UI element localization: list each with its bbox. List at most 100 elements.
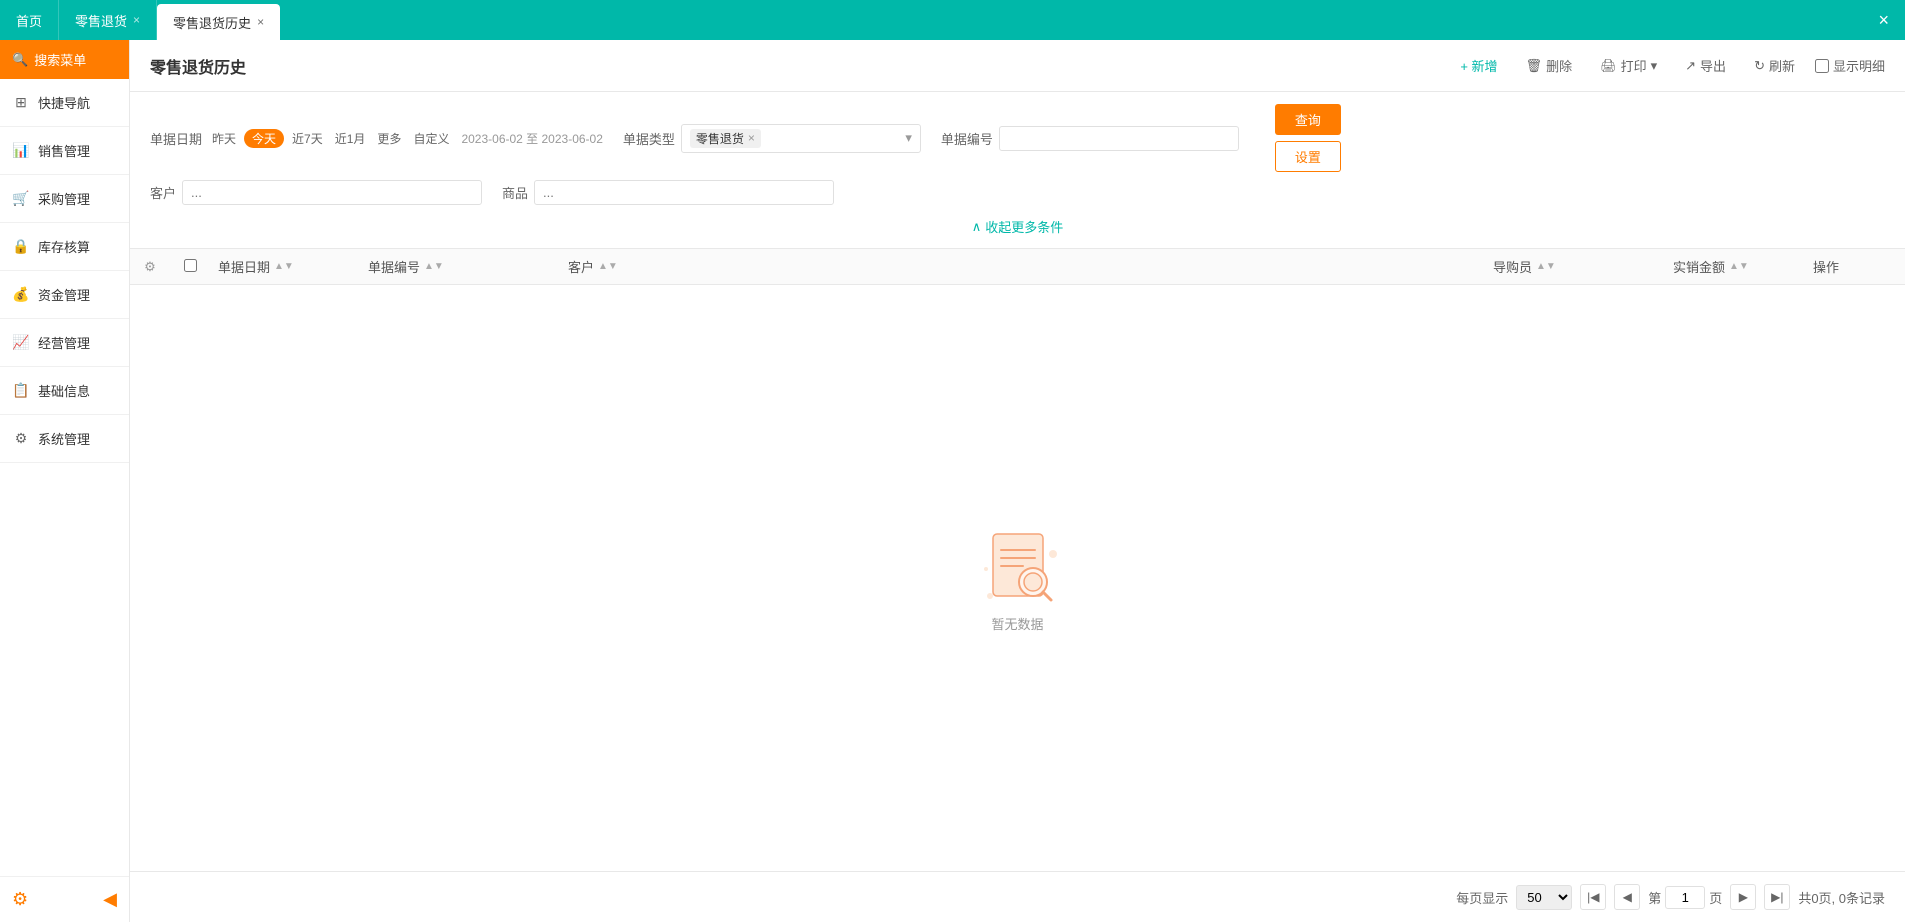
page-first-button[interactable]: |◀ (1580, 884, 1606, 910)
inventory-icon: 🔒 (12, 238, 30, 256)
sidebar-item-quick-nav[interactable]: ⊞ 快捷导航 (0, 79, 129, 127)
sidebar-search[interactable]: 🔍 搜索菜单 (0, 40, 129, 79)
table-area: ⚙ 单据日期 ▲▼ 单据编号 ▲▼ 客户 ▲▼ 导购员 (130, 249, 1905, 871)
table-header: ⚙ 单据日期 ▲▼ 单据编号 ▲▼ 客户 ▲▼ 导购员 (130, 249, 1905, 285)
date-range-display: 2023-06-02 至 2023-06-02 (461, 130, 602, 147)
col-guide-label: 导购员 (1493, 257, 1532, 276)
delete-icon: 🗑 (1526, 58, 1543, 74)
sidebar-item-quick-nav-label: 快捷导航 (38, 93, 90, 112)
col-guide-sort: ▲▼ (1536, 262, 1556, 272)
col-header-date[interactable]: 单据日期 ▲▼ (210, 257, 360, 276)
customer-filter-item: 客户 (150, 180, 482, 205)
col-date-label: 单据日期 (218, 257, 270, 276)
col-header-guide[interactable]: 导购员 ▲▼ (1485, 257, 1665, 276)
finance-icon: 💰 (12, 286, 30, 304)
date-btn-7days[interactable]: 近7天 (288, 129, 327, 148)
empty-text: 暂无数据 (991, 614, 1043, 633)
window-close-button[interactable]: × (1862, 10, 1905, 31)
date-btn-custom[interactable]: 自定义 (409, 129, 453, 148)
tab-retail-return[interactable]: 零售退货 × (59, 0, 157, 40)
type-tag-close[interactable]: × (748, 131, 755, 145)
date-btn-today[interactable]: 今天 (244, 129, 284, 148)
col-customer-label: 客户 (568, 257, 594, 276)
date-btn-more[interactable]: 更多 (373, 129, 405, 148)
sidebar-item-purchase-mgmt[interactable]: 🛒 采购管理 (0, 175, 129, 223)
sidebar: 🔍 搜索菜单 ⊞ 快捷导航 📊 销售管理 🛒 采购管理 🔒 库存核算 💰 资金管… (0, 40, 130, 922)
page-unit: 页 (1709, 888, 1722, 907)
tabs-container: 首页 零售退货 × 零售退货历史 × (0, 0, 1862, 40)
col-header-amount[interactable]: 实销金额 ▲▼ (1665, 257, 1805, 276)
page-next-button[interactable]: ▶ (1730, 884, 1756, 910)
select-all-checkbox[interactable] (184, 259, 197, 272)
order-filter-input[interactable] (999, 126, 1239, 151)
empty-illustration (968, 524, 1068, 614)
sidebar-item-system-label: 系统管理 (38, 429, 90, 448)
sales-icon: 📊 (12, 142, 30, 160)
customer-filter-label: 客户 (150, 183, 176, 202)
date-filter-label: 单据日期 (150, 129, 202, 148)
tab-home[interactable]: 首页 (0, 0, 59, 40)
sidebar-item-inventory[interactable]: 🔒 库存核算 (0, 223, 129, 271)
basic-info-icon: 📋 (12, 382, 30, 400)
col-header-order[interactable]: 单据编号 ▲▼ (360, 257, 560, 276)
sidebar-item-system-mgmt[interactable]: ⚙ 系统管理 (0, 415, 129, 463)
page-last-button[interactable]: ▶| (1764, 884, 1790, 910)
type-filter-select[interactable]: 零售退货 × ▾ (681, 124, 921, 153)
table-select-all[interactable] (170, 259, 210, 275)
page-title: 零售退货历史 (150, 54, 246, 78)
type-filter-label: 单据类型 (623, 129, 675, 148)
tab-retail-return-history-label: 零售退货历史 (173, 13, 251, 32)
print-button[interactable]: 🖨 打印 ▾ (1592, 52, 1665, 79)
table-settings-icon[interactable]: ⚙ (130, 259, 170, 275)
delete-button[interactable]: 🗑 删除 (1518, 52, 1581, 79)
col-amount-sort: ▲▼ (1729, 262, 1749, 272)
sidebar-item-basic-info[interactable]: 📋 基础信息 (0, 367, 129, 415)
date-btn-yesterday[interactable]: 昨天 (208, 129, 240, 148)
sidebar-item-operations[interactable]: 📈 经营管理 (0, 319, 129, 367)
print-icon: 🖨 (1600, 58, 1617, 74)
display-detail-checkbox[interactable] (1815, 59, 1829, 73)
order-filter-label: 单据编号 (941, 129, 993, 148)
setting-button[interactable]: 设置 (1275, 141, 1341, 172)
display-detail-toggle[interactable]: 显示明细 (1815, 56, 1885, 75)
main-layout: 🔍 搜索菜单 ⊞ 快捷导航 📊 销售管理 🛒 采购管理 🔒 库存核算 💰 资金管… (0, 40, 1905, 922)
delete-label: 删除 (1546, 56, 1572, 75)
action-buttons: 查询 设置 (1275, 104, 1341, 172)
filter-row-1: 单据日期 昨天 今天 近7天 近1月 更多 自定义 2023-06-02 至 2… (150, 104, 1885, 172)
refresh-label: 刷新 (1769, 56, 1795, 75)
operations-icon: 📈 (12, 334, 30, 352)
sidebar-item-basic-info-label: 基础信息 (38, 381, 90, 400)
col-header-customer[interactable]: 客户 ▲▼ (560, 257, 1485, 276)
page-size-select[interactable]: 50 100 200 (1516, 885, 1572, 910)
sidebar-item-finance[interactable]: 💰 资金管理 (0, 271, 129, 319)
goods-filter-item: 商品 (502, 180, 834, 205)
goods-filter-input[interactable] (534, 180, 834, 205)
tab-retail-return-history[interactable]: 零售退货历史 × (157, 4, 280, 40)
settings-bottom-icon[interactable]: ⚙ (12, 889, 28, 910)
type-select-arrow: ▾ (905, 130, 912, 146)
sidebar-item-inventory-label: 库存核算 (38, 237, 90, 256)
tab-home-label: 首页 (16, 11, 42, 30)
page-prev-button[interactable]: ◀ (1614, 884, 1640, 910)
collapse-sidebar-icon[interactable]: ◀ (103, 889, 117, 910)
search-icon: 🔍 (12, 52, 28, 68)
tab-retail-return-history-close[interactable]: × (257, 15, 264, 29)
filter-row-2: 客户 商品 (150, 180, 1885, 205)
sidebar-item-sales-mgmt[interactable]: 📊 销售管理 (0, 127, 129, 175)
tab-retail-return-close[interactable]: × (133, 13, 140, 27)
top-bar: 首页 零售退货 × 零售退货历史 × × (0, 0, 1905, 40)
sidebar-item-finance-label: 资金管理 (38, 285, 90, 304)
query-button[interactable]: 查询 (1275, 104, 1341, 135)
page-number-input[interactable] (1665, 886, 1705, 909)
empty-state: 暂无数据 (130, 285, 1905, 871)
new-button[interactable]: + 新增 (1452, 52, 1505, 79)
date-btn-1month[interactable]: 近1月 (331, 129, 370, 148)
customer-filter-input[interactable] (182, 180, 482, 205)
print-dropdown-icon: ▾ (1651, 58, 1658, 74)
collapse-filter-button[interactable]: ∧ 收起更多条件 (972, 217, 1064, 236)
refresh-button[interactable]: ↻ 刷新 (1746, 52, 1803, 79)
date-filter-buttons: 昨天 今天 近7天 近1月 更多 自定义 2023-06-02 至 2023-0… (208, 129, 603, 148)
system-icon: ⚙ (12, 430, 30, 448)
collapse-label: 收起更多条件 (985, 217, 1063, 236)
export-button[interactable]: ↗ 导出 (1677, 52, 1734, 79)
